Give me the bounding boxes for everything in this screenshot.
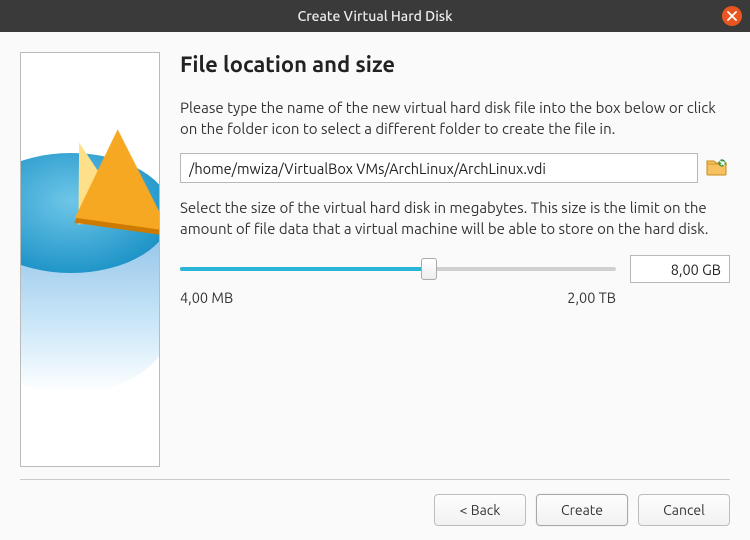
wizard-image [20, 52, 160, 467]
content-pane: File location and size Please type the n… [180, 52, 730, 479]
size-value-input[interactable] [630, 255, 730, 283]
footer: < Back Create Cancel [0, 480, 750, 540]
create-button[interactable]: Create [536, 494, 628, 526]
back-button[interactable]: < Back [434, 494, 526, 526]
cancel-button[interactable]: Cancel [638, 494, 730, 526]
path-description: Please type the name of the new virtual … [180, 97, 730, 139]
slider-max-label: 2,00 TB [567, 289, 616, 306]
folder-browse-button[interactable] [704, 155, 730, 181]
slider-thumb[interactable] [421, 258, 437, 280]
size-slider[interactable] [180, 259, 616, 279]
close-icon[interactable] [722, 6, 742, 26]
path-row [180, 153, 730, 183]
folder-browse-icon [706, 157, 728, 180]
slider-min-label: 4,00 MB [180, 289, 233, 306]
dialog-body: File location and size Please type the n… [0, 32, 750, 479]
size-slider-block: 4,00 MB 2,00 TB [180, 255, 730, 306]
dialog-window: Create Virtual Hard Disk File location a… [0, 0, 750, 540]
size-description: Select the size of the virtual hard disk… [180, 197, 730, 239]
file-path-input[interactable] [180, 153, 698, 183]
window-title: Create Virtual Hard Disk [297, 8, 452, 24]
page-heading: File location and size [180, 52, 730, 77]
titlebar: Create Virtual Hard Disk [0, 0, 750, 32]
